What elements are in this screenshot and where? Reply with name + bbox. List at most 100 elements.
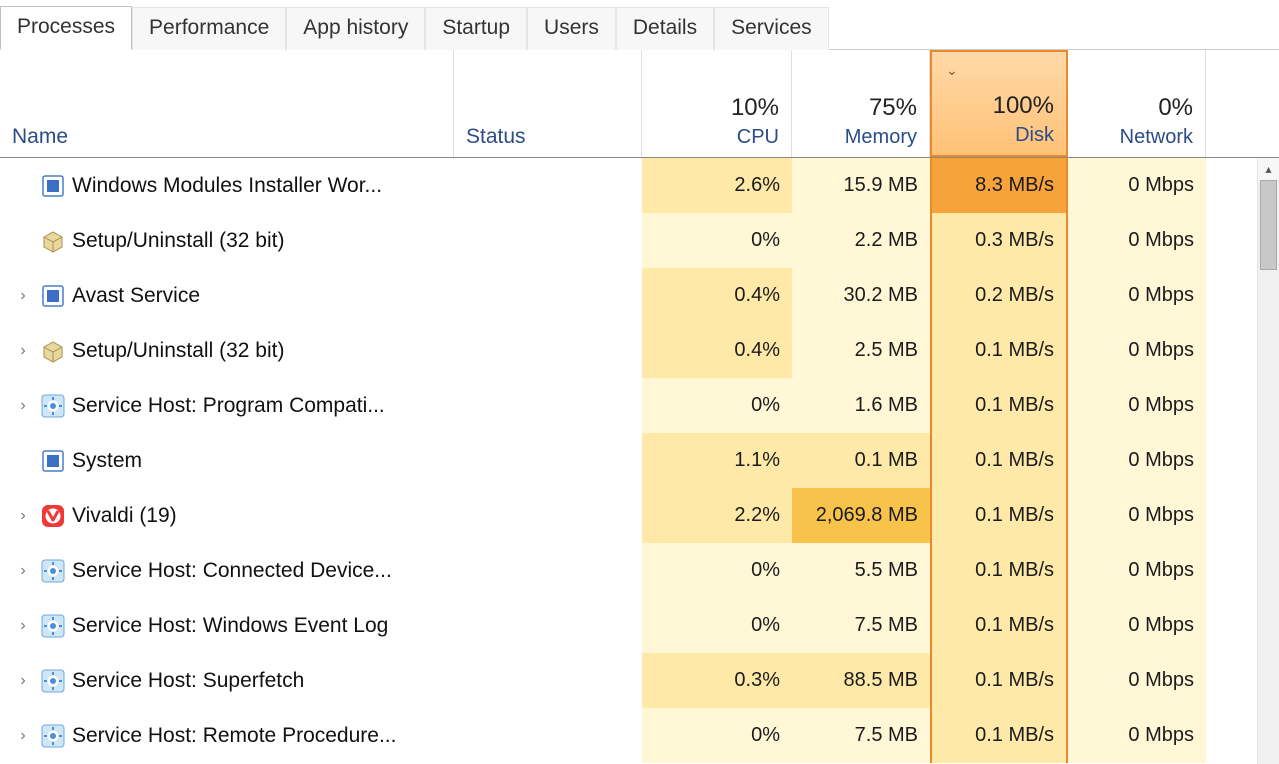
col-cpu[interactable]: 10% CPU (642, 50, 792, 157)
table-row[interactable]: ›Vivaldi (19)2.2%2,069.8 MB0.1 MB/s0 Mbp… (0, 488, 1257, 543)
cell-memory: 2.5 MB (792, 323, 930, 378)
process-name: Setup/Uninstall (32 bit) (72, 229, 284, 253)
memory-label: Memory (845, 126, 917, 149)
cell-network: 0 Mbps (1068, 378, 1206, 433)
app-icon (40, 448, 66, 474)
cell-status (454, 433, 642, 488)
expand-toggle-icon[interactable]: › (12, 727, 34, 745)
cpu-value: 0% (751, 614, 780, 637)
table-row[interactable]: › Service Host: Remote Procedure... 0% 7.5 … (0, 708, 1257, 763)
scrollbar[interactable]: ▴ (1257, 158, 1279, 764)
table-row[interactable]: Windows Modules Installer Wor...2.6%15.9… (0, 158, 1257, 213)
disk-label: Disk (1015, 124, 1054, 147)
gear-icon (40, 723, 66, 749)
cell-status (454, 323, 642, 378)
table-row[interactable]: ›Setup/Uninstall (32 bit)0.4%2.5 MB0.1 M… (0, 323, 1257, 378)
column-headers: Name Status 10% CPU 75% Memory ⌄ 100% Di… (0, 50, 1279, 158)
cell-disk: 0.1 MB/s (930, 598, 1068, 653)
table-row[interactable]: Setup/Uninstall (32 bit)0%2.2 MB0.3 MB/s… (0, 213, 1257, 268)
cell-name: System (0, 433, 454, 488)
disk-value: 0.1 MB/s (975, 669, 1054, 692)
memory-value: 7.5 MB (855, 724, 918, 747)
disk-value: 0.3 MB/s (975, 229, 1054, 252)
cell-memory: 30.2 MB (792, 268, 930, 323)
table-row[interactable]: ›Service Host: Connected Device...0%5.5 … (0, 543, 1257, 598)
expand-toggle-icon[interactable]: › (12, 672, 34, 690)
cell-status (454, 158, 642, 213)
table-row[interactable]: ›Avast Service0.4%30.2 MB0.2 MB/s0 Mbps (0, 268, 1257, 323)
cell-status (454, 268, 642, 323)
memory-value: 2.5 MB (855, 339, 918, 362)
cpu-label: CPU (737, 126, 779, 149)
expand-toggle-icon[interactable]: › (12, 617, 34, 635)
network-value: 0 Mbps (1128, 339, 1194, 362)
col-status[interactable]: Status (454, 50, 642, 157)
col-scrollbar-spacer (1206, 50, 1228, 157)
table-row[interactable]: ›Service Host: Superfetch0.3%88.5 MB0.1 … (0, 653, 1257, 708)
process-name: Avast Service (72, 284, 200, 308)
tab-services[interactable]: Services (714, 7, 829, 50)
cpu-value: 2.2% (734, 504, 780, 527)
process-name: Service Host: Remote Procedure... (72, 724, 396, 748)
network-value: 0 Mbps (1128, 724, 1194, 747)
col-network[interactable]: 0% Network (1068, 50, 1206, 157)
cell-status (454, 543, 642, 598)
cell-status (454, 488, 642, 543)
cell-cpu: 0.4% (642, 323, 792, 378)
expand-toggle-icon[interactable]: › (12, 287, 34, 305)
tab-performance[interactable]: Performance (132, 7, 286, 50)
cell-name: ›Service Host: Program Compati... (0, 378, 454, 433)
cell-memory: 2,069.8 MB (792, 488, 930, 543)
tab-processes[interactable]: Processes (0, 6, 132, 50)
memory-value: 1.6 MB (855, 394, 918, 417)
cell-memory: 0.1 MB (792, 433, 930, 488)
memory-value: 7.5 MB (855, 614, 918, 637)
gear-icon (40, 558, 66, 584)
cell-disk: 0.3 MB/s (930, 213, 1068, 268)
box-icon (40, 228, 66, 254)
memory-value: 30.2 MB (844, 284, 918, 307)
cell-name: ›Service Host: Superfetch (0, 653, 454, 708)
tab-details[interactable]: Details (616, 7, 714, 50)
tab-startup[interactable]: Startup (425, 7, 527, 50)
expand-toggle-icon[interactable]: › (12, 397, 34, 415)
disk-usage-pct: 100% (993, 92, 1054, 120)
cell-cpu: 0% (642, 598, 792, 653)
col-disk[interactable]: ⌄ 100% Disk (930, 50, 1068, 157)
cpu-value: 0% (751, 394, 780, 417)
cell-cpu: 2.2% (642, 488, 792, 543)
col-memory[interactable]: 75% Memory (792, 50, 930, 157)
scroll-thumb[interactable] (1260, 180, 1277, 270)
network-value: 0 Mbps (1128, 449, 1194, 472)
table-row[interactable]: System 1.1% 0.1 MB 0.1 MB/s 0 Mbps (0, 433, 1257, 488)
col-name[interactable]: Name (0, 50, 454, 157)
cell-cpu: 0.3% (642, 653, 792, 708)
expand-toggle-icon[interactable]: › (12, 562, 34, 580)
process-name: Service Host: Windows Event Log (72, 614, 388, 638)
cell-network: 0 Mbps (1068, 543, 1206, 598)
disk-value: 0.1 MB/s (975, 449, 1054, 472)
tab-app-history[interactable]: App history (286, 7, 425, 50)
cell-name: Setup/Uninstall (32 bit) (0, 213, 454, 268)
network-value: 0 Mbps (1128, 174, 1194, 197)
disk-value: 0.1 MB/s (975, 724, 1054, 747)
cell-name: › Service Host: Remote Procedure... (0, 708, 454, 763)
table-row[interactable]: ›Service Host: Program Compati... 0% 1.6 M… (0, 378, 1257, 433)
cell-status (454, 708, 642, 763)
disk-value: 0.1 MB/s (975, 339, 1054, 362)
table-row[interactable]: › Service Host: Windows Event Log 0% 7.5 MB… (0, 598, 1257, 653)
cpu-value: 0% (751, 724, 780, 747)
cell-disk: 0.1 MB/s (930, 653, 1068, 708)
cell-network: 0 Mbps (1068, 268, 1206, 323)
network-value: 0 Mbps (1128, 614, 1194, 637)
cell-memory: 1.6 MB (792, 378, 930, 433)
tab-users[interactable]: Users (527, 7, 616, 50)
scroll-up-icon[interactable]: ▴ (1258, 158, 1279, 180)
cell-disk: 0.1 MB/s (930, 488, 1068, 543)
disk-value: 0.1 MB/s (975, 504, 1054, 527)
expand-toggle-icon[interactable]: › (12, 342, 34, 360)
cpu-value: 1.1% (734, 449, 780, 472)
memory-value: 5.5 MB (855, 559, 918, 582)
expand-toggle-icon[interactable]: › (12, 507, 34, 525)
network-label: Network (1120, 126, 1193, 149)
